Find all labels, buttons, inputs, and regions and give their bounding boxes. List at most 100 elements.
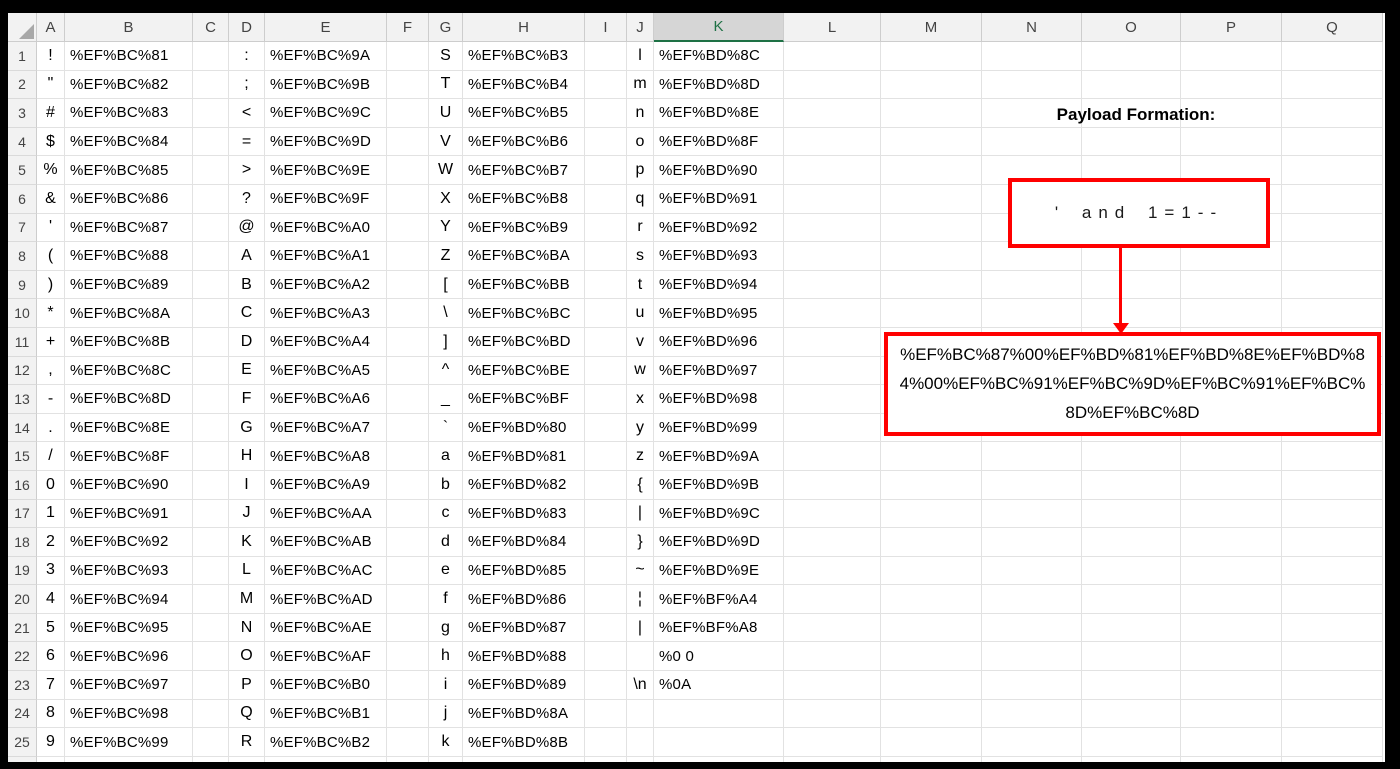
col-header-E[interactable]: E — [265, 13, 387, 42]
col-header-A[interactable]: A — [37, 13, 65, 42]
row-header-4[interactable]: 4 — [8, 127, 37, 157]
cell-E14[interactable]: %EF%BC%A7 — [265, 413, 387, 443]
cell-L8[interactable] — [784, 242, 881, 271]
cell-K5[interactable]: %EF%BD%90 — [654, 156, 784, 185]
cell-Q13[interactable] — [1282, 385, 1383, 414]
cell-O5[interactable] — [1082, 156, 1181, 185]
cell-P4[interactable] — [1181, 127, 1282, 157]
cell-A26[interactable] — [37, 756, 65, 762]
cell-D22[interactable]: O — [229, 642, 265, 672]
cell-E21[interactable]: %EF%BC%AE — [265, 613, 387, 643]
cell-F20[interactable] — [387, 585, 429, 614]
cell-O23[interactable] — [1082, 671, 1181, 700]
col-header-J[interactable]: J — [627, 13, 654, 42]
cell-O26[interactable] — [1082, 756, 1181, 762]
cell-K14[interactable]: %EF%BD%99 — [654, 413, 784, 443]
cell-I21[interactable] — [585, 613, 627, 643]
col-header-M[interactable]: M — [881, 13, 982, 42]
cell-P25[interactable] — [1181, 728, 1282, 757]
cell-E12[interactable]: %EF%BC%A5 — [265, 356, 387, 386]
cell-H8[interactable]: %EF%BC%BA — [463, 242, 585, 271]
cell-E19[interactable]: %EF%BC%AC — [265, 556, 387, 586]
cell-L5[interactable] — [784, 156, 881, 185]
cell-F16[interactable] — [387, 470, 429, 500]
cell-J5[interactable]: p — [627, 156, 654, 185]
cell-L2[interactable] — [784, 70, 881, 100]
cell-K12[interactable]: %EF%BD%97 — [654, 356, 784, 386]
cell-I10[interactable] — [585, 299, 627, 328]
cell-O17[interactable] — [1082, 499, 1181, 529]
cell-Q9[interactable] — [1282, 270, 1383, 300]
cell-D26[interactable] — [229, 756, 265, 762]
cell-K26[interactable] — [654, 756, 784, 762]
cell-E20[interactable]: %EF%BC%AD — [265, 585, 387, 614]
row-header-26[interactable] — [8, 756, 37, 762]
cell-I5[interactable] — [585, 156, 627, 185]
cell-P20[interactable] — [1181, 585, 1282, 614]
cell-H1[interactable]: %EF%BC%B3 — [463, 42, 585, 71]
cell-A22[interactable]: 6 — [37, 642, 65, 672]
cell-L26[interactable] — [784, 756, 881, 762]
cell-P26[interactable] — [1181, 756, 1282, 762]
cell-P8[interactable] — [1181, 242, 1282, 271]
cell-B19[interactable]: %EF%BC%93 — [65, 556, 193, 586]
cell-P23[interactable] — [1181, 671, 1282, 700]
cell-P14[interactable] — [1181, 413, 1282, 443]
cell-C1[interactable] — [193, 42, 229, 71]
cell-A24[interactable]: 8 — [37, 699, 65, 729]
cell-P16[interactable] — [1181, 470, 1282, 500]
cell-E7[interactable]: %EF%BC%A0 — [265, 213, 387, 243]
cell-M10[interactable] — [881, 299, 982, 328]
cell-L6[interactable] — [784, 184, 881, 214]
cell-M22[interactable] — [881, 642, 982, 672]
cell-Q21[interactable] — [1282, 613, 1383, 643]
cell-H12[interactable]: %EF%BC%BE — [463, 356, 585, 386]
cell-B7[interactable]: %EF%BC%87 — [65, 213, 193, 243]
cell-J24[interactable] — [627, 699, 654, 729]
cell-C21[interactable] — [193, 613, 229, 643]
cell-L10[interactable] — [784, 299, 881, 328]
cell-A25[interactable]: 9 — [37, 728, 65, 757]
cell-K23[interactable]: %0A — [654, 671, 784, 700]
cell-G24[interactable]: j — [429, 699, 463, 729]
cell-Q23[interactable] — [1282, 671, 1383, 700]
cell-K1[interactable]: %EF%BD%8C — [654, 42, 784, 71]
cell-F25[interactable] — [387, 728, 429, 757]
cell-E2[interactable]: %EF%BC%9B — [265, 70, 387, 100]
cell-L22[interactable] — [784, 642, 881, 672]
cell-C26[interactable] — [193, 756, 229, 762]
cell-G12[interactable]: ^ — [429, 356, 463, 386]
cell-J3[interactable]: n — [627, 99, 654, 128]
cell-I13[interactable] — [585, 385, 627, 414]
row-header-10[interactable]: 10 — [8, 299, 37, 328]
cell-C17[interactable] — [193, 499, 229, 529]
cell-P18[interactable] — [1181, 528, 1282, 557]
cell-E11[interactable]: %EF%BC%A4 — [265, 327, 387, 357]
cell-C24[interactable] — [193, 699, 229, 729]
cell-E24[interactable]: %EF%BC%B1 — [265, 699, 387, 729]
cell-O22[interactable] — [1082, 642, 1181, 672]
cell-Q17[interactable] — [1282, 499, 1383, 529]
cell-Q3[interactable] — [1282, 99, 1383, 128]
col-header-L[interactable]: L — [784, 13, 881, 42]
row-header-23[interactable]: 23 — [8, 671, 37, 700]
cell-I2[interactable] — [585, 70, 627, 100]
cell-O1[interactable] — [1082, 42, 1181, 71]
cell-K18[interactable]: %EF%BD%9D — [654, 528, 784, 557]
cell-B26[interactable] — [65, 756, 193, 762]
cell-P19[interactable] — [1181, 556, 1282, 586]
cell-Q2[interactable] — [1282, 70, 1383, 100]
row-header-8[interactable]: 8 — [8, 242, 37, 271]
cell-P2[interactable] — [1181, 70, 1282, 100]
cell-I1[interactable] — [585, 42, 627, 71]
cell-C6[interactable] — [193, 184, 229, 214]
cell-I24[interactable] — [585, 699, 627, 729]
cell-K16[interactable]: %EF%BD%9B — [654, 470, 784, 500]
cell-A17[interactable]: 1 — [37, 499, 65, 529]
cell-L16[interactable] — [784, 470, 881, 500]
cell-J11[interactable]: v — [627, 327, 654, 357]
cell-E4[interactable]: %EF%BC%9D — [265, 127, 387, 157]
cell-N2[interactable] — [982, 70, 1082, 100]
cell-C3[interactable] — [193, 99, 229, 128]
row-header-12[interactable]: 12 — [8, 356, 37, 386]
